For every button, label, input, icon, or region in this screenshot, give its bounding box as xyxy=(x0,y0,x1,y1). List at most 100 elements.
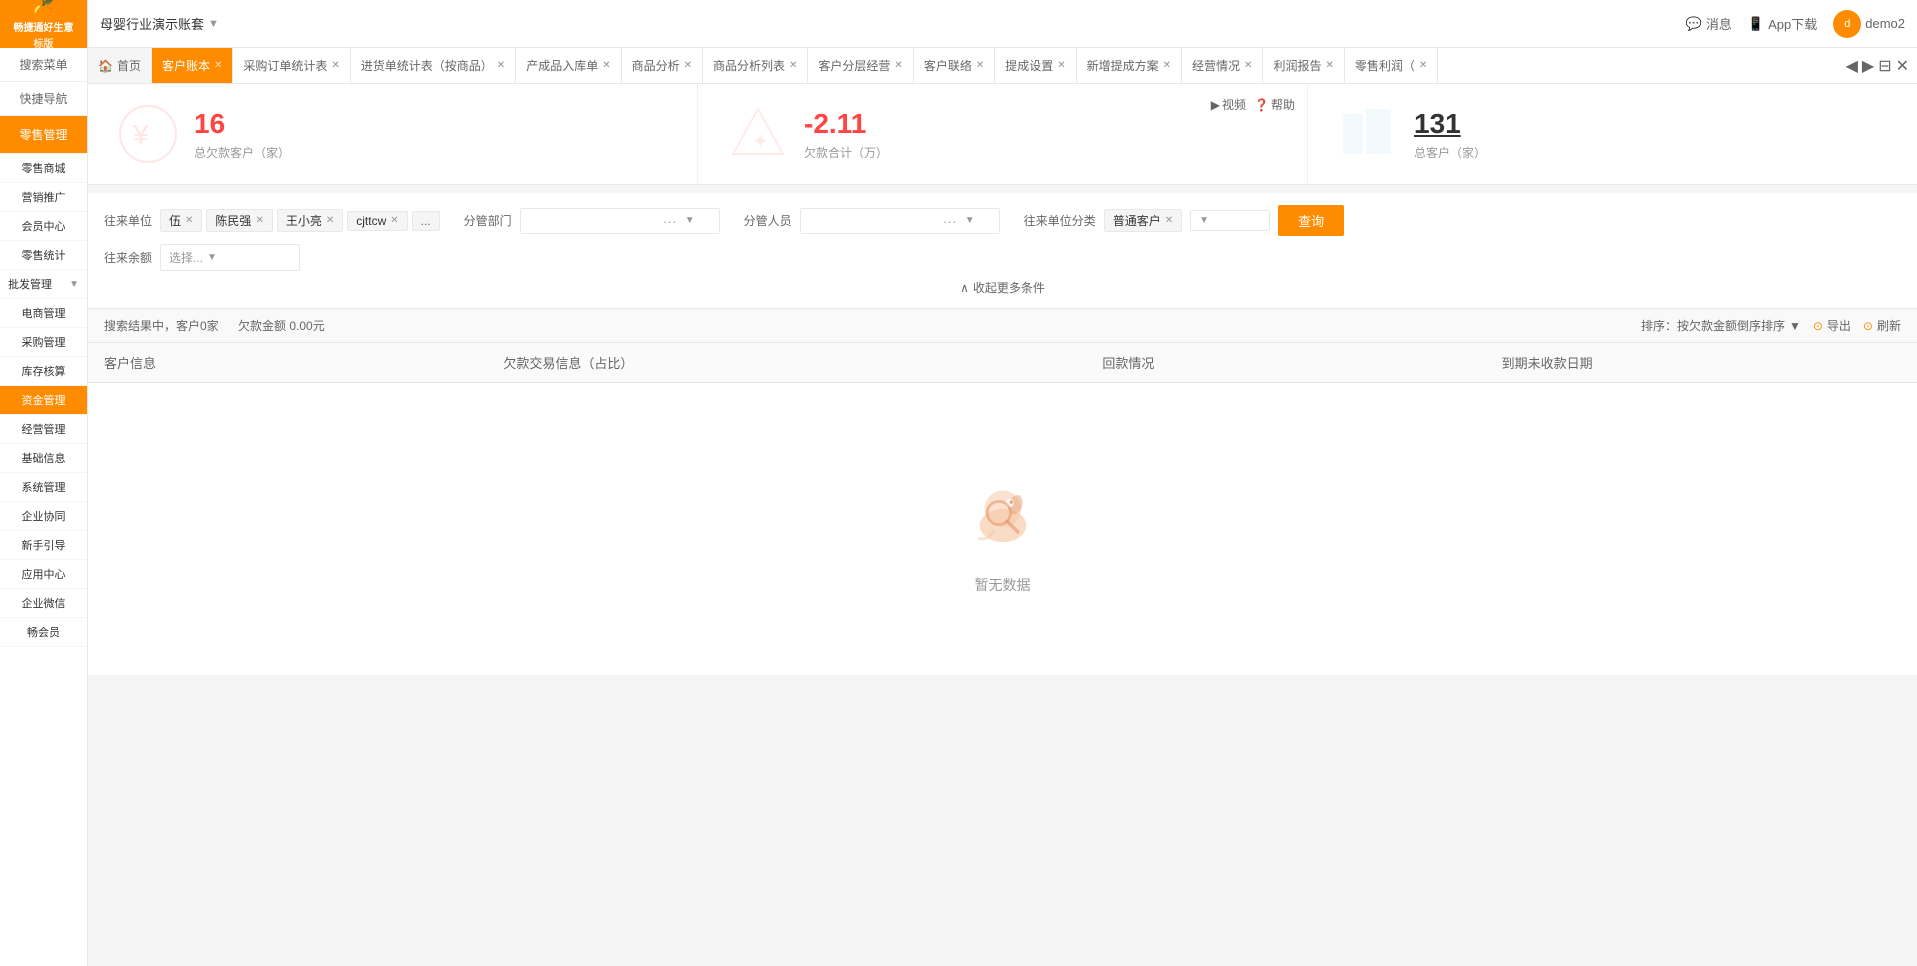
sidebar-item-operations-mgmt[interactable]: 经营管理 xyxy=(0,415,87,444)
app-download-btn[interactable]: 📱 App下载 xyxy=(1748,14,1817,33)
tab-production-inbound[interactable]: 产成品入库单 ✕ xyxy=(516,48,621,84)
export-btn[interactable]: ⊙ 导出 xyxy=(1813,317,1851,334)
user-menu[interactable]: d demo2 xyxy=(1833,10,1905,38)
close-icon[interactable]: ✕ xyxy=(1057,60,1065,71)
query-button[interactable]: 查询 xyxy=(1278,205,1344,236)
chevron-up-icon: ∧ xyxy=(960,281,969,295)
person-filter-select[interactable]: ··· ▼ xyxy=(800,208,1000,234)
refresh-btn[interactable]: ⊙ 刷新 xyxy=(1863,317,1901,334)
close-icon[interactable]: ✕ xyxy=(331,60,339,71)
version-selector[interactable]: 母婴行业演示账套 ▼ xyxy=(100,14,219,33)
search-menu[interactable]: 搜索菜单 xyxy=(0,48,87,82)
sidebar-item-retail-stats[interactable]: 零售统计 xyxy=(0,241,87,270)
help-btn[interactable]: ❓ 帮助 xyxy=(1254,96,1295,113)
sidebar-item-enterprise-coop[interactable]: 企业协同 xyxy=(0,502,87,531)
sidebar-item-new-guide[interactable]: 新手引导 xyxy=(0,531,87,560)
remove-tag-normal[interactable]: ✕ xyxy=(1165,215,1173,226)
close-icon[interactable]: ✕ xyxy=(602,60,610,71)
sidebar-item-enterprise-wechat[interactable]: 企业微信 xyxy=(0,589,87,618)
export-label: 导出 xyxy=(1827,317,1851,334)
sidebar-item-app-center[interactable]: 应用中心 xyxy=(0,560,87,589)
balance-filter-select[interactable]: 选择... ▼ xyxy=(160,244,300,271)
tabs-next-icon[interactable]: ▶ xyxy=(1862,56,1874,76)
sort-select[interactable]: 排序：按欠款金额倒序排序 ▼ xyxy=(1641,317,1801,334)
sidebar-item-membership[interactable]: 会员中心 xyxy=(0,212,87,241)
tab-incoming-stats[interactable]: 进货单统计表（按商品） ✕ xyxy=(351,48,516,84)
overdue-amount-label: 欠款合计（万） xyxy=(804,144,888,161)
close-icon[interactable]: ✕ xyxy=(894,60,902,71)
dept-filter-select[interactable]: ··· ▼ xyxy=(520,208,720,234)
chevron-down-icon: ▼ xyxy=(685,215,695,226)
tab-profit-report[interactable]: 利润报告 ✕ xyxy=(1263,48,1344,84)
sidebar-item-basic-info[interactable]: 基础信息 xyxy=(0,444,87,473)
unit-tag-chen[interactable]: 陈民强 ✕ xyxy=(206,209,272,232)
remove-tag-wu[interactable]: ✕ xyxy=(185,215,193,226)
col-overdue-info: 欠款交易信息（占比） xyxy=(503,353,1102,372)
remove-tag-chen[interactable]: ✕ xyxy=(255,215,263,226)
close-icon[interactable]: ✕ xyxy=(497,60,505,71)
chevron-down-icon: ▼ xyxy=(1789,319,1801,333)
tab-customer-contact[interactable]: 客户联络 ✕ xyxy=(914,48,995,84)
tab-retail-profit[interactable]: 零售利润（ ✕ xyxy=(1345,48,1438,84)
tab-product-analysis[interactable]: 商品分析 ✕ xyxy=(622,48,703,84)
remove-tag-wang[interactable]: ✕ xyxy=(326,215,334,226)
unit-tag-wu[interactable]: 伍 ✕ xyxy=(160,209,202,232)
tabs-expand-icon[interactable]: ⊟ xyxy=(1878,56,1891,76)
close-icon[interactable]: ✕ xyxy=(1419,60,1427,71)
collapse-label: 收起更多条件 xyxy=(973,279,1045,296)
stat-card-overdue-amount: ✦ -2.11 欠款合计（万） ▶ 视频 ❓ 帮助 xyxy=(698,84,1308,184)
filter-row-unit: 往来单位 伍 ✕ 陈民强 ✕ 王小亮 ✕ cjttcw xyxy=(104,205,1901,236)
unit-tag-cjttcw[interactable]: cjttcw ✕ xyxy=(347,211,407,231)
message-btn[interactable]: 💬 消息 xyxy=(1686,14,1732,33)
tabs-close-all-icon[interactable]: ✕ xyxy=(1896,56,1909,76)
tab-new-promotion-plan[interactable]: 新增提成方案 ✕ xyxy=(1077,48,1182,84)
tabs-bar: 🏠 首页 客户账本 ✕ 采购订单统计表 ✕ 进货单统计表（按商品） ✕ 产成品入… xyxy=(88,48,1917,84)
dept-filter-label: 分管部门 xyxy=(464,212,512,229)
close-icon[interactable]: ✕ xyxy=(1163,60,1171,71)
quick-nav[interactable]: 快捷导航 xyxy=(0,82,87,116)
sidebar-item-ecommerce[interactable]: 电商管理 xyxy=(0,299,87,328)
close-icon[interactable]: ✕ xyxy=(684,60,692,71)
total-customers-icon xyxy=(1338,104,1398,164)
chevron-down-icon: ▼ xyxy=(965,215,975,226)
close-icon[interactable]: ✕ xyxy=(214,60,222,71)
collapse-row: ∧ 收起更多条件 xyxy=(104,279,1901,296)
tab-customer-segment[interactable]: 客户分层经营 ✕ xyxy=(808,48,913,84)
sidebar-item-capital[interactable]: 资金管理 xyxy=(0,386,87,415)
help-icon: ❓ xyxy=(1254,98,1269,112)
tab-promotion-settings[interactable]: 提成设置 ✕ xyxy=(995,48,1076,84)
tab-purchase-order-stats[interactable]: 采购订单统计表 ✕ xyxy=(233,48,350,84)
unit-class-select[interactable]: ▼ xyxy=(1190,210,1270,231)
tab-product-analysis-list[interactable]: 商品分析列表 ✕ xyxy=(703,48,808,84)
amount-text: 欠款金额 0.00元 xyxy=(238,319,325,333)
sidebar-item-retail-mall[interactable]: 零售商城 xyxy=(0,154,87,183)
close-icon[interactable]: ✕ xyxy=(1325,60,1333,71)
sidebar-item-purchase[interactable]: 采购管理 xyxy=(0,328,87,357)
tabs-prev-icon[interactable]: ◀ xyxy=(1846,56,1858,76)
main-content: 母婴行业演示账套 ▼ 💬 消息 📱 App下载 d demo2 🏠 xyxy=(88,0,1917,966)
tab-customer-accounts[interactable]: 客户账本 ✕ xyxy=(152,48,233,84)
tab-purchase-label: 采购订单统计表 xyxy=(243,57,327,74)
unit-tag-wang[interactable]: 王小亮 ✕ xyxy=(277,209,343,232)
sidebar-item-vip-member[interactable]: 畅会员 xyxy=(0,618,87,647)
sidebar-item-system-mgmt[interactable]: 系统管理 xyxy=(0,473,87,502)
sidebar-item-marketing[interactable]: 营销推广 xyxy=(0,183,87,212)
unit-class-tag-normal[interactable]: 普通客户 ✕ xyxy=(1104,209,1182,232)
unit-tag-more[interactable]: ... xyxy=(412,211,440,231)
unit-class-filter-label: 往来单位分类 xyxy=(1024,212,1096,229)
collapse-btn[interactable]: ∧ 收起更多条件 xyxy=(960,279,1045,296)
video-btn[interactable]: ▶ 视频 xyxy=(1211,96,1246,113)
overdue-customers-value: 16 xyxy=(194,108,290,140)
close-icon[interactable]: ✕ xyxy=(1244,60,1252,71)
total-customers-value: 131 xyxy=(1414,108,1486,140)
chevron-down-icon: ▼ xyxy=(208,18,219,30)
tab-operations[interactable]: 经营情况 ✕ xyxy=(1182,48,1263,84)
sidebar-item-wholesale-mgmt[interactable]: 批发管理 ▼ xyxy=(0,270,87,299)
sidebar-item-inventory[interactable]: 库存核算 xyxy=(0,357,87,386)
sidebar-item-retail-mgmt[interactable]: 零售管理 xyxy=(0,116,87,154)
tab-home[interactable]: 🏠 首页 xyxy=(88,48,152,84)
refresh-label: 刷新 xyxy=(1877,317,1901,334)
close-icon[interactable]: ✕ xyxy=(976,60,984,71)
close-icon[interactable]: ✕ xyxy=(789,60,797,71)
remove-tag-cjttcw[interactable]: ✕ xyxy=(390,215,398,226)
